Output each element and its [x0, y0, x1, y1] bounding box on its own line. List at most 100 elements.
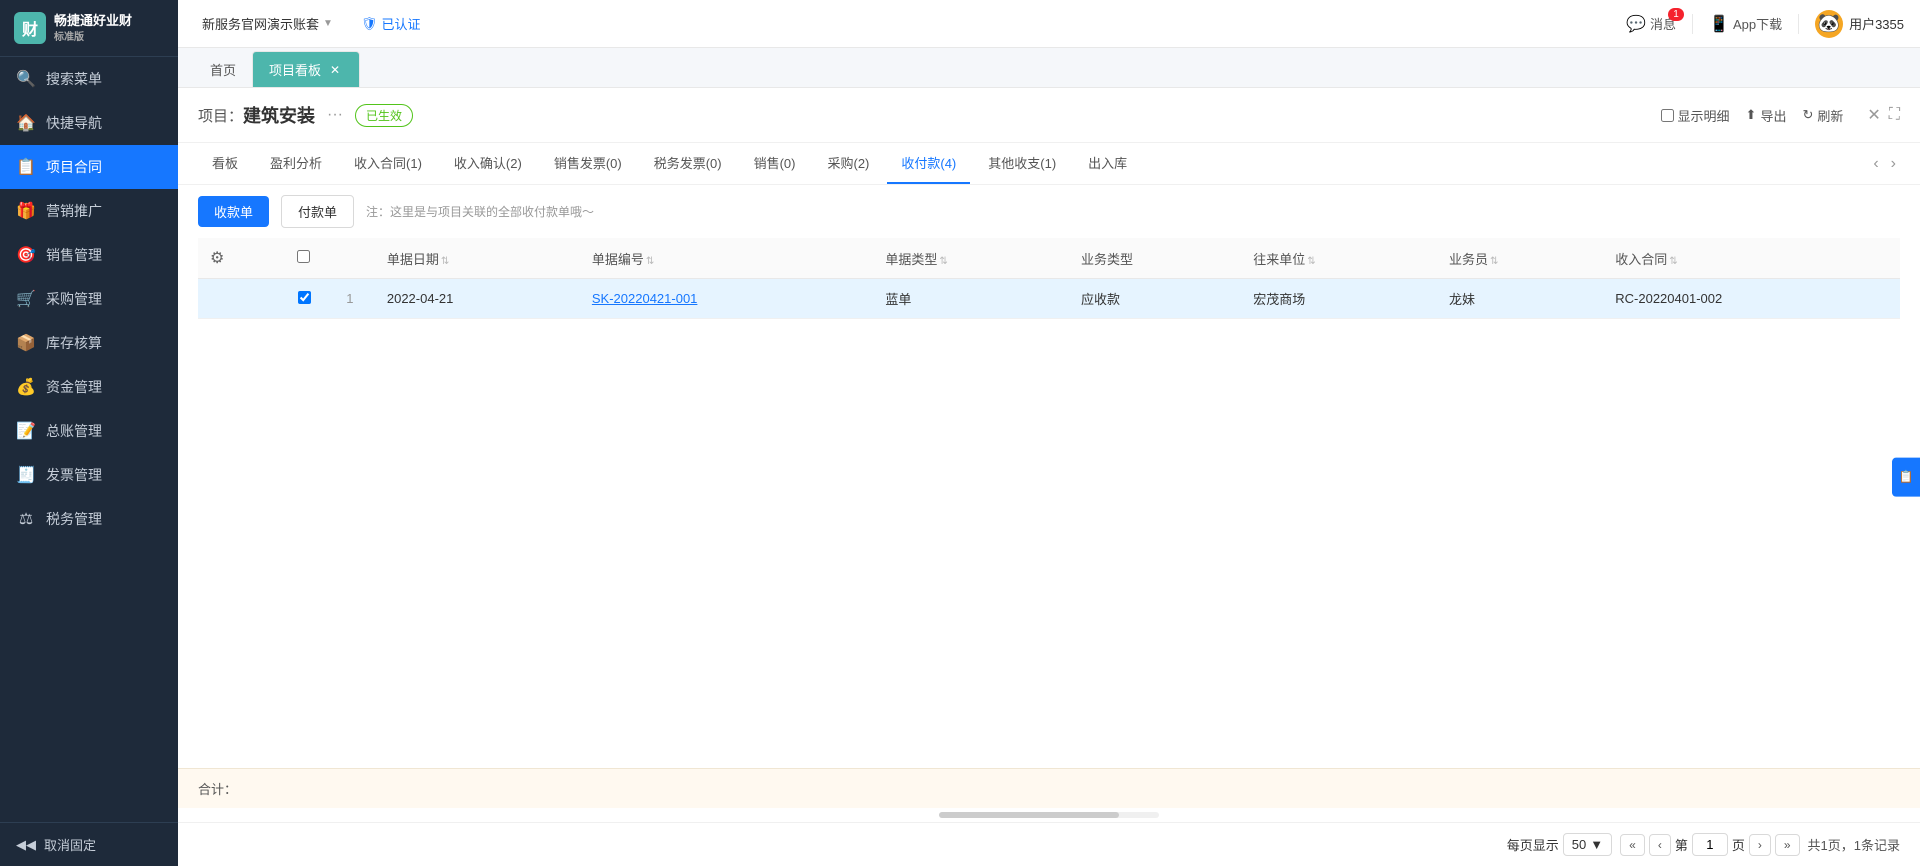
sidebar-item-ledger-mgmt[interactable]: 📝总账管理: [0, 409, 178, 453]
col-date[interactable]: 单据日期⇅: [375, 238, 580, 279]
sidebar-item-search[interactable]: 🔍搜索菜单: [0, 57, 178, 101]
sub-tab-income-contract[interactable]: 收入合同(1): [340, 143, 436, 184]
close-window-button[interactable]: ✕: [1867, 105, 1880, 125]
topbar: 新服务官网演示账套 ▼ 🛡 已认证 💬 消息 1 📱 App下载 🐼 用: [178, 0, 1920, 48]
app-download-button[interactable]: 📱 App下载: [1709, 14, 1782, 34]
content-sub-header: 收款单 付款单 注：这里是与项目关联的全部收付款单哦～: [178, 185, 1920, 238]
messages-button[interactable]: 💬 消息 1: [1626, 14, 1676, 34]
sidebar-icon-quick-nav: 🏠: [16, 113, 36, 133]
col-salesman[interactable]: 业务员⇅: [1437, 238, 1603, 279]
dropdown-arrow: ▼: [1590, 837, 1603, 852]
sort-icon-code: ⇅: [646, 256, 654, 267]
sort-icon-salesman: ⇅: [1490, 256, 1498, 267]
project-more-btn[interactable]: ···: [327, 106, 343, 124]
page-size-dropdown[interactable]: 50 ▼: [1563, 833, 1612, 856]
show-detail-checkbox[interactable]: [1661, 109, 1674, 122]
col-code[interactable]: 单据编号⇅: [580, 238, 873, 279]
show-detail-label[interactable]: 显示明细: [1661, 106, 1730, 125]
sub-tabs-prev[interactable]: ‹: [1869, 151, 1882, 177]
sidebar-item-marketing[interactable]: 🎁营销推广: [0, 189, 178, 233]
next-page-button[interactable]: ›: [1749, 834, 1771, 856]
sidebar-item-inventory-mgmt[interactable]: 📦库存核算: [0, 321, 178, 365]
sidebar-item-project-contract[interactable]: 📋项目合同: [0, 145, 178, 189]
logo-icon: 财: [14, 12, 46, 44]
certified-badge: 🛡 已认证: [361, 14, 421, 33]
col-settings[interactable]: ⚙: [198, 238, 285, 279]
account-dropdown-arrow: ▼: [323, 18, 333, 29]
sub-tab-sales[interactable]: 销售(0): [740, 143, 810, 184]
table-body: 1 2022-04-21 SK-20220421-001 蓝单 应收款 宏茂商场…: [198, 279, 1900, 319]
user-avatar: 🐼: [1815, 10, 1843, 38]
collection-btn[interactable]: 收款单: [198, 196, 269, 227]
sub-tab-purchase[interactable]: 采购(2): [813, 143, 883, 184]
first-page-button[interactable]: «: [1620, 834, 1645, 856]
sidebar-label-quick-nav: 快捷导航: [46, 113, 102, 133]
sub-tab-collection[interactable]: 收付款(4): [887, 143, 970, 184]
settings-icon[interactable]: ⚙: [210, 250, 224, 267]
sidebar-label-invoice-mgmt: 发票管理: [46, 465, 102, 485]
cell-code[interactable]: SK-20220421-001: [580, 279, 873, 319]
sub-tab-tax-invoice[interactable]: 税务发票(0): [640, 143, 736, 184]
main-content: 新服务官网演示账套 ▼ 🛡 已认证 💬 消息 1 📱 App下载 🐼 用: [178, 0, 1920, 866]
sidebar: 财 畅捷通好业财 标准版 🔍搜索菜单 🏠 快捷导航 📋项目合同🎁营销推广 🎯 销售管理 🛒采…: [0, 0, 178, 866]
select-all-checkbox[interactable]: [297, 250, 310, 263]
tab-project-board[interactable]: 项目看板 ✕: [252, 51, 360, 87]
project-status-badge: 已生效: [355, 104, 413, 127]
sub-tab-inventory[interactable]: 出入库: [1074, 143, 1141, 184]
sub-tab-sales-invoice[interactable]: 销售发票(0): [540, 143, 636, 184]
export-icon: ⬆: [1746, 107, 1757, 123]
h-scrollbar[interactable]: [939, 812, 1159, 818]
tab-close-icon[interactable]: ✕: [327, 62, 343, 78]
sub-tab-kanban[interactable]: 看板: [198, 143, 252, 184]
sidebar-item-sales-mgmt[interactable]: 🎯 销售管理: [0, 233, 178, 277]
pagination: 每页显示 50 ▼ « ‹ 第 页 › » 共1页，1条记录: [178, 822, 1920, 866]
row-checkbox[interactable]: [298, 291, 311, 304]
message-icon: 💬: [1626, 14, 1646, 34]
col-biz-type: 业务类型: [1069, 238, 1241, 279]
cell-check[interactable]: [285, 279, 325, 319]
sidebar-item-tax-mgmt[interactable]: ⚖税务管理: [0, 497, 178, 541]
col-type[interactable]: 单据类型⇅: [873, 238, 1069, 279]
sub-tab-income-confirm[interactable]: 收入确认(2): [440, 143, 536, 184]
col-partner[interactable]: 往来单位⇅: [1241, 238, 1437, 279]
maximize-window-button[interactable]: ⛶: [1889, 106, 1900, 124]
sidebar-item-invoice-mgmt[interactable]: 🧾 发票管理: [0, 453, 178, 497]
h-scrollbar-thumb[interactable]: [939, 812, 1119, 818]
sidebar-icon-inventory-mgmt: 📦: [16, 333, 36, 353]
page-nav: « ‹ 第 页 › »: [1620, 833, 1799, 856]
sidebar-icon-sales-mgmt: 🎯: [16, 245, 36, 265]
table-row[interactable]: 1 2022-04-21 SK-20220421-001 蓝单 应收款 宏茂商场…: [198, 279, 1900, 319]
logo-text: 畅捷通好业财 标准版: [54, 13, 132, 44]
refresh-icon: ↻: [1802, 107, 1813, 123]
sidebar-item-purchase-mgmt[interactable]: 🛒采购管理: [0, 277, 178, 321]
sidebar-label-tax-mgmt: 税务管理: [46, 509, 102, 529]
sub-tab-other-expense[interactable]: 其他收支(1): [974, 143, 1070, 184]
sidebar-label-purchase-mgmt: 采购管理: [46, 289, 102, 309]
page-input[interactable]: [1692, 833, 1728, 856]
sidebar-icon-fund-mgmt: 💰: [16, 377, 36, 397]
account-selector[interactable]: 新服务官网演示账套 ▼: [194, 10, 341, 37]
col-income-contract[interactable]: 收入合同⇅: [1603, 238, 1900, 279]
project-prefix: 项目：: [198, 105, 243, 126]
refresh-button[interactable]: ↻ 刷新: [1802, 106, 1843, 125]
cell-biz-type: 应收款: [1069, 279, 1241, 319]
sub-tab-profit[interactable]: 盈利分析: [256, 143, 336, 184]
payment-btn[interactable]: 付款单: [281, 195, 354, 228]
sub-tabs-next[interactable]: ›: [1887, 151, 1900, 177]
export-button[interactable]: ⬆ 导出: [1746, 106, 1787, 125]
record-link[interactable]: SK-20220421-001: [592, 291, 698, 306]
sidebar-label-sales-mgmt: 销售管理: [46, 245, 102, 265]
sidebar-item-quick-nav[interactable]: 🏠 快捷导航: [0, 101, 178, 145]
last-page-button[interactable]: »: [1775, 834, 1800, 856]
prev-page-button[interactable]: ‹: [1649, 834, 1671, 856]
project-actions: 显示明细 ⬆ 导出 ↻ 刷新 ✕ ⛶: [1661, 105, 1900, 125]
topbar-left: 新服务官网演示账套 ▼ 🛡 已认证: [194, 10, 1626, 37]
sidebar-item-fund-mgmt[interactable]: 💰 资金管理: [0, 365, 178, 409]
tab-home[interactable]: 首页: [194, 52, 252, 87]
sidebar-footer[interactable]: ◀◀ 取消固定: [0, 822, 178, 866]
sidebar-icon-invoice-mgmt: 🧾: [16, 465, 36, 485]
messages-badge: 1: [1668, 8, 1684, 21]
side-quick-button[interactable]: 📋: [1892, 458, 1920, 497]
user-area[interactable]: 🐼 用户3355: [1815, 10, 1904, 38]
sidebar-label-fund-mgmt: 资金管理: [46, 377, 102, 397]
